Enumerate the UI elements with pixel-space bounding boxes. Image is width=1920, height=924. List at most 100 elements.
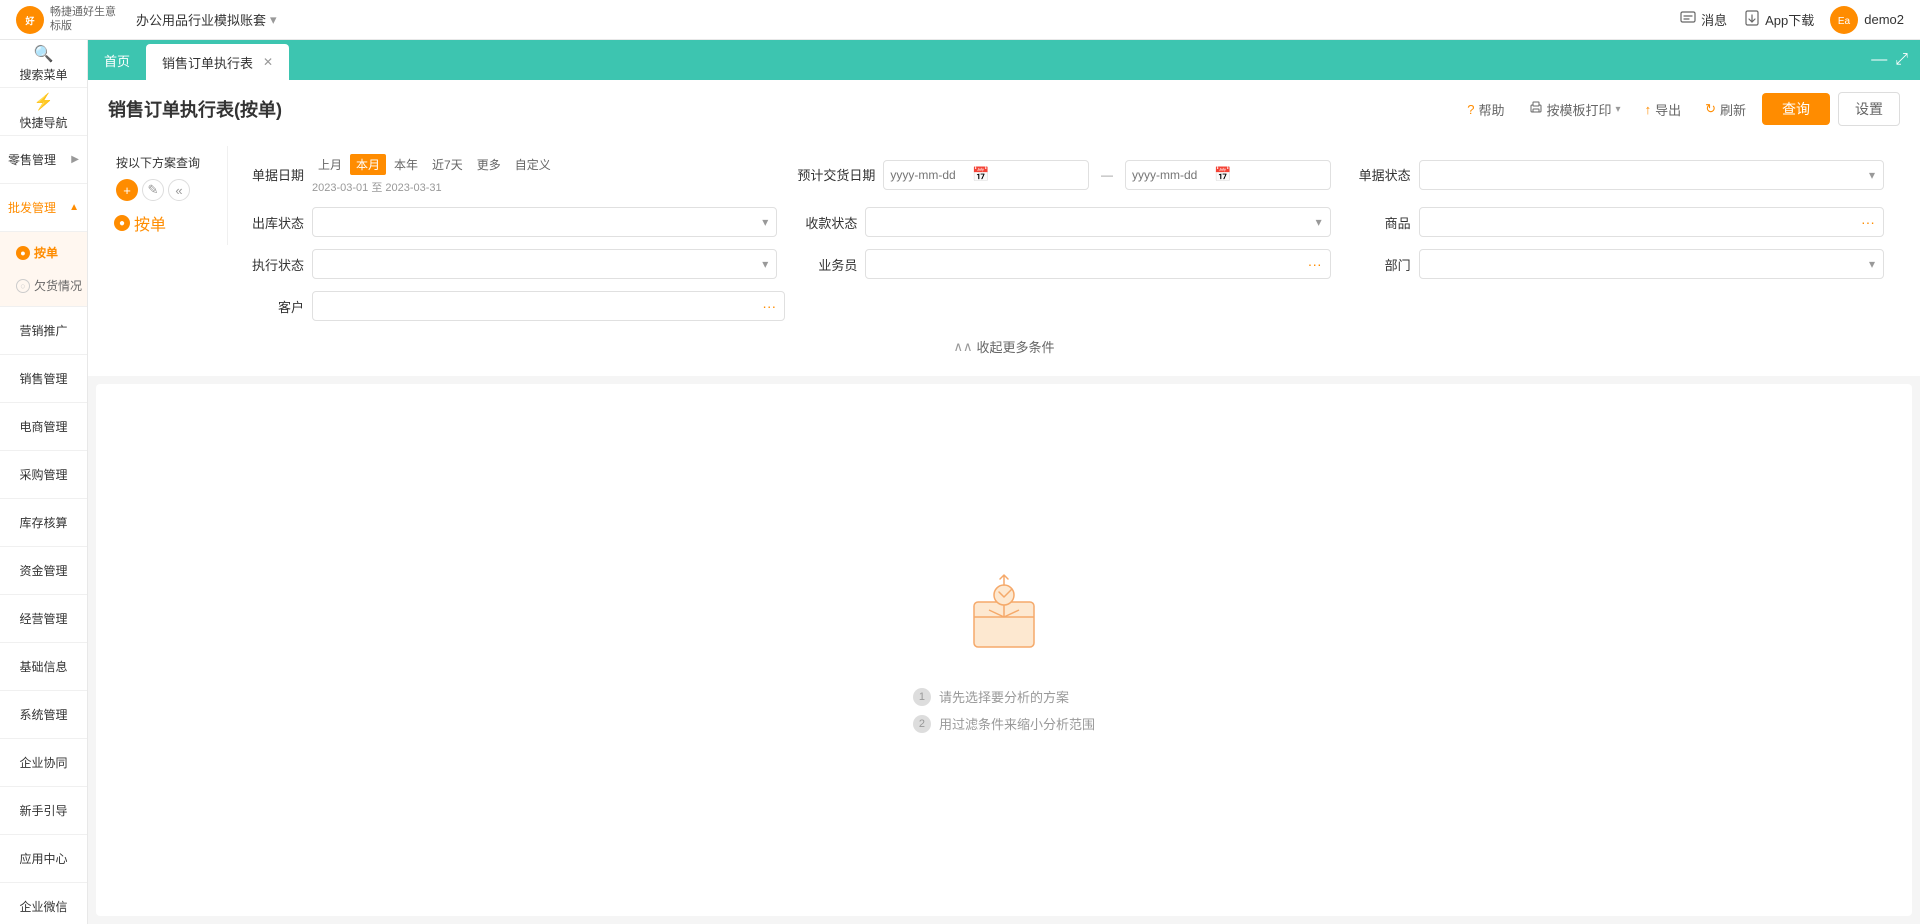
date-shortcut-thismonth[interactable]: 本月 xyxy=(350,154,386,175)
out-status-select[interactable]: ▾ xyxy=(312,207,777,237)
expected-date-start-input[interactable] xyxy=(890,168,970,182)
breadcrumb-dropdown-icon[interactable]: ▾ xyxy=(270,12,277,28)
tip-text-2: 用过滤条件来缩小分析范围 xyxy=(939,714,1095,733)
app-download-icon xyxy=(1743,9,1761,30)
filter-row-1: 单据日期 上月 本月 本年 近7天 更多 自定义 xyxy=(244,154,1884,195)
sidebar-item-ecommerce[interactable]: 电商管理 xyxy=(0,403,87,451)
refresh-icon: ↻ xyxy=(1705,101,1716,117)
filter-field-dept: 部门 ▾ xyxy=(1351,249,1884,279)
customer-select[interactable]: ··· xyxy=(312,291,785,321)
recv-status-select[interactable]: ▾ xyxy=(865,207,1330,237)
sidebar-item-purchase[interactable]: 采购管理 xyxy=(0,451,87,499)
help-button[interactable]: ? 帮助 xyxy=(1459,96,1512,123)
tab-minimize-icon[interactable]: — xyxy=(1871,51,1887,69)
expected-date-end-input[interactable] xyxy=(1132,168,1212,182)
sidebar-item-wechat[interactable]: 企业微信 xyxy=(0,883,87,924)
export-label: 导出 xyxy=(1655,100,1681,119)
customer-label: 客户 xyxy=(244,297,304,316)
sidebar-item-sales[interactable]: 销售管理 xyxy=(0,355,87,403)
scheme-header: 按以下方案查询 xyxy=(108,154,227,179)
tab-home[interactable]: 首页 xyxy=(88,40,146,80)
doc-status-select[interactable]: ▾ xyxy=(1419,160,1884,190)
sidebar-sub-item-debt[interactable]: ○ 欠货情况 xyxy=(0,269,87,302)
print-button[interactable]: 按模板打印 ▾ xyxy=(1521,96,1629,123)
exec-status-arrow: ▾ xyxy=(762,257,768,271)
sidebar-item-marketing[interactable]: 营销推广 xyxy=(0,307,87,355)
sidebar-item-basic[interactable]: 基础信息 xyxy=(0,643,87,691)
sidebar-item-operations[interactable]: 经营管理 xyxy=(0,595,87,643)
messages-button[interactable]: 消息 xyxy=(1679,9,1727,30)
sidebar-item-quick-nav[interactable]: ⚡ 快捷导航 xyxy=(0,88,87,136)
calendar-end-icon[interactable]: 📅 xyxy=(1214,166,1231,183)
expected-date-end-wrap: 📅 xyxy=(1125,160,1331,190)
user-menu[interactable]: Ea demo2 xyxy=(1830,6,1904,34)
sidebar-item-retail[interactable]: 零售管理 ▶ xyxy=(0,136,87,184)
empty-tip-1: 1 请先选择要分析的方案 xyxy=(913,687,1095,706)
refresh-button[interactable]: ↻ 刷新 xyxy=(1697,96,1754,123)
sidebar-sub-label-order: 按单 xyxy=(34,244,58,261)
dept-select[interactable]: ▾ xyxy=(1419,249,1884,279)
exec-status-select[interactable]: ▾ xyxy=(312,249,777,279)
scheme-collapse-btn[interactable]: « xyxy=(168,179,190,201)
filter-area: 按以下方案查询 + ✎ « xyxy=(88,134,1920,376)
salesman-more-icon: ··· xyxy=(1308,256,1322,272)
print-dropdown-icon: ▾ xyxy=(1616,104,1621,115)
message-icon xyxy=(1679,9,1697,30)
calendar-start-icon[interactable]: 📅 xyxy=(972,166,989,183)
sidebar-item-corp[interactable]: 企业协同 xyxy=(0,739,87,787)
settings-button[interactable]: 设置 xyxy=(1838,92,1900,126)
header-left: 好 畅捷通好生意 标版 办公用品行业模拟账套 ▾ xyxy=(16,6,277,34)
retail-chevron-icon: ▶ xyxy=(71,154,79,165)
collapse-up-icon: ∧∧ xyxy=(953,339,972,355)
sidebar-item-search[interactable]: 🔍 搜索菜单 xyxy=(0,40,87,88)
sidebar-label-quick-nav: 快捷导航 xyxy=(19,114,67,131)
search-btn-label: 查询 xyxy=(1782,101,1810,117)
expected-date-label: 预计交货日期 xyxy=(797,165,875,184)
collapse-label: 收起更多条件 xyxy=(977,337,1055,356)
tab-sales-order[interactable]: 销售订单执行表 ✕ xyxy=(146,44,289,80)
sidebar-item-apps[interactable]: 应用中心 xyxy=(0,835,87,883)
sidebar-label-system: 系统管理 xyxy=(19,706,67,723)
tab-nav: 首页 销售订单执行表 ✕ — ⤢ xyxy=(88,40,1920,80)
filter-form: 单据日期 上月 本月 本年 近7天 更多 自定义 xyxy=(228,146,1900,329)
help-icon: ? xyxy=(1467,102,1474,117)
sidebar-label-newbie: 新手引导 xyxy=(19,802,67,819)
wholesale-submenu: ● 按单 ○ 欠货情况 xyxy=(0,232,87,307)
sidebar-item-finance[interactable]: 资金管理 xyxy=(0,547,87,595)
search-button[interactable]: 查询 xyxy=(1762,93,1830,125)
date-shortcut-lastmonth[interactable]: 上月 xyxy=(312,154,348,175)
tab-expand-icon[interactable]: ⤢ xyxy=(1895,51,1908,69)
scheme-item-order[interactable]: ● 按单 xyxy=(108,209,227,237)
filter-field-salesman: 业务员 ··· xyxy=(797,249,1330,279)
app-download-label: App下载 xyxy=(1765,10,1814,29)
main-layout: 🔍 搜索菜单 ⚡ 快捷导航 零售管理 ▶ 批发管理 ▲ ● 按单 ○ 欠货情况 xyxy=(0,40,1920,924)
svg-text:好: 好 xyxy=(24,15,34,26)
sidebar-sub-label-debt: 欠货情况 xyxy=(34,277,82,294)
sidebar-label-marketing: 营销推广 xyxy=(19,322,67,339)
sidebar-item-system[interactable]: 系统管理 xyxy=(0,691,87,739)
app-download-button[interactable]: App下载 xyxy=(1743,9,1814,30)
scheme-edit-btn[interactable]: ✎ xyxy=(142,179,164,201)
goods-select[interactable]: ··· xyxy=(1419,207,1884,237)
export-button[interactable]: ↑ 导出 xyxy=(1637,96,1690,123)
salesman-select[interactable]: ··· xyxy=(865,249,1330,279)
date-label: 单据日期 xyxy=(244,165,304,184)
sidebar-item-wholesale[interactable]: 批发管理 ▲ xyxy=(0,184,87,232)
date-shortcut-custom[interactable]: 自定义 xyxy=(509,154,557,175)
scheme-add-btn[interactable]: + xyxy=(116,179,138,201)
user-name: demo2 xyxy=(1864,12,1904,27)
date-shortcut-more[interactable]: 更多 xyxy=(471,154,507,175)
date-shortcut-7days[interactable]: 近7天 xyxy=(426,154,469,175)
debt-icon: ○ xyxy=(16,279,30,293)
goods-more-icon: ··· xyxy=(1861,214,1875,230)
sidebar-item-stock[interactable]: 库存核算 xyxy=(0,499,87,547)
tab-close-icon[interactable]: ✕ xyxy=(263,55,273,69)
sidebar-label-purchase: 采购管理 xyxy=(19,466,67,483)
date-shortcut-thisyear[interactable]: 本年 xyxy=(388,154,424,175)
collapse-bar[interactable]: ∧∧ 收起更多条件 xyxy=(108,329,1900,364)
filter-row-2: 出库状态 ▾ 收款状态 ▾ xyxy=(244,207,1884,237)
sidebar-item-newbie[interactable]: 新手引导 xyxy=(0,787,87,835)
date-separator: — xyxy=(1101,168,1113,182)
sidebar-sub-item-order[interactable]: ● 按单 xyxy=(0,236,87,269)
wholesale-chevron-icon: ▲ xyxy=(69,202,79,213)
